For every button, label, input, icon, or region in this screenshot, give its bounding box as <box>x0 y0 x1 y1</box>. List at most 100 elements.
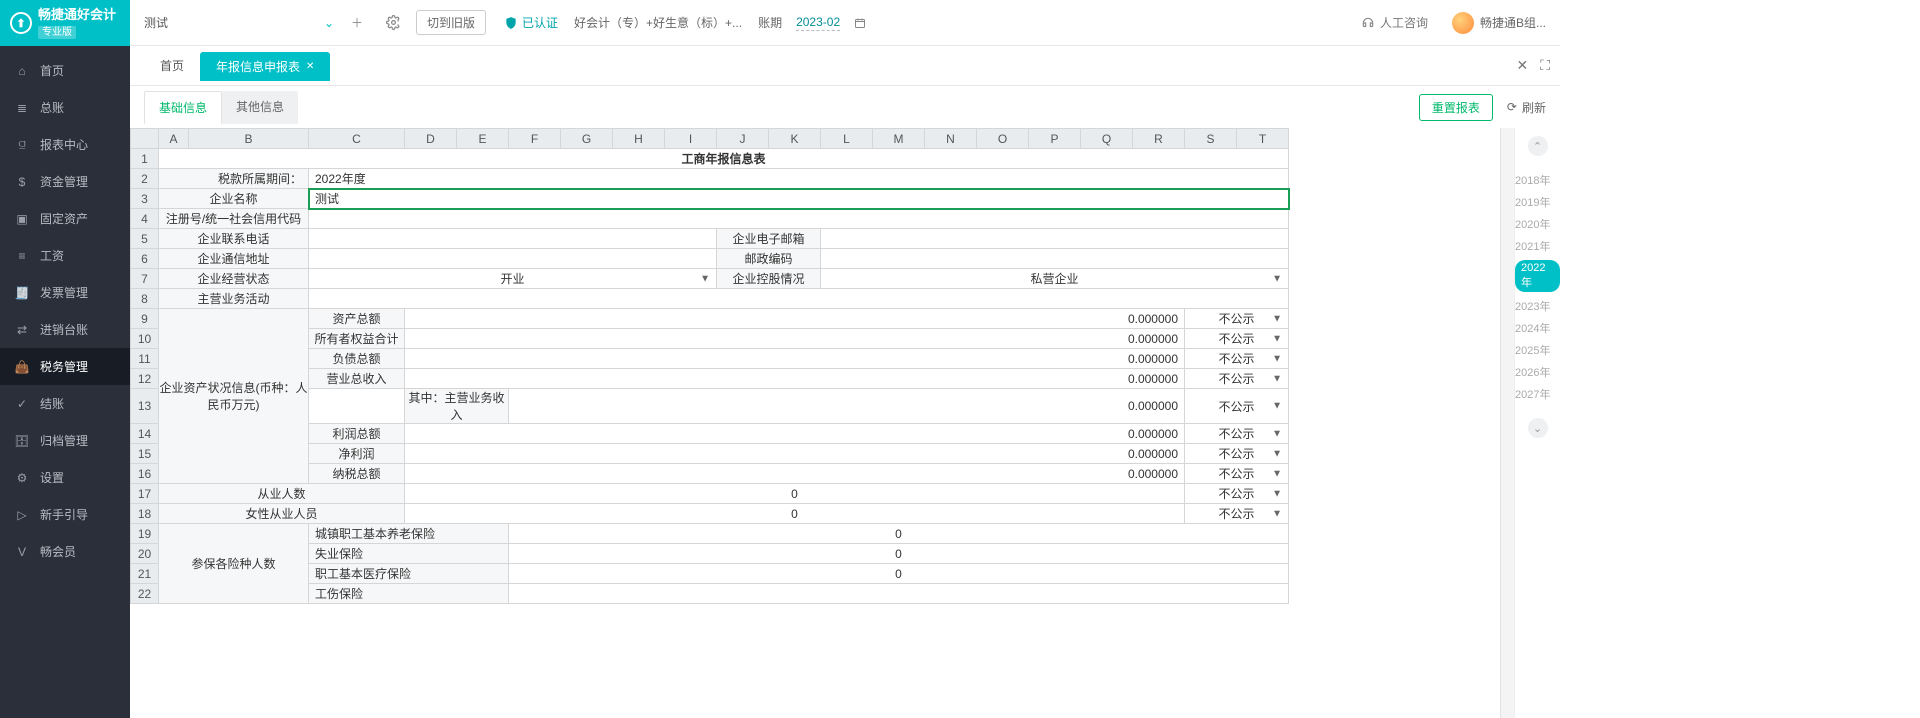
tax-disclosure[interactable]: 不公示▼ <box>1185 464 1289 484</box>
sidebar-item-0[interactable]: ⌂首页 <box>0 52 130 89</box>
sidebar-item-9[interactable]: ✓结账 <box>0 385 130 422</box>
year-scroll-down[interactable]: ⌄ <box>1528 418 1548 438</box>
sidebar-item-5[interactable]: ≡工资 <box>0 237 130 274</box>
main-biz-input[interactable] <box>309 289 1289 309</box>
column-header[interactable]: A <box>159 129 189 149</box>
employees-disclosure[interactable]: 不公示▼ <box>1185 484 1289 504</box>
year-2023年[interactable]: 2023年 <box>1515 298 1560 314</box>
employees-value[interactable]: 0 <box>405 484 1185 504</box>
subtab-0[interactable]: 基础信息 <box>144 91 222 124</box>
column-header[interactable]: F <box>509 129 561 149</box>
year-2021年[interactable]: 2021年 <box>1515 238 1560 254</box>
sidebar-item-13[interactable]: V畅会员 <box>0 533 130 570</box>
column-header[interactable]: S <box>1185 129 1237 149</box>
column-header[interactable]: L <box>821 129 873 149</box>
equity-disclosure[interactable]: 不公示▼ <box>1185 329 1289 349</box>
female-emp-value[interactable]: 0 <box>405 504 1185 524</box>
reset-report-button[interactable]: 重置报表 <box>1419 94 1493 121</box>
liability-disclosure[interactable]: 不公示▼ <box>1185 349 1289 369</box>
add-account-button[interactable]: ＋ <box>344 10 370 36</box>
main-revenue-value[interactable]: 0.000000 <box>509 389 1185 424</box>
year-2027年[interactable]: 2027年 <box>1515 386 1560 402</box>
sidebar-item-8[interactable]: 👜税务管理 <box>0 348 130 385</box>
account-selector[interactable]: 测试 ⌄ <box>144 14 334 31</box>
revenue-value[interactable]: 0.000000 <box>405 369 1185 389</box>
close-all-tabs-button[interactable]: ✕ <box>1516 57 1528 74</box>
liability-value[interactable]: 0.000000 <box>405 349 1185 369</box>
column-header[interactable]: C <box>309 129 405 149</box>
sidebar-item-3[interactable]: $资金管理 <box>0 163 130 200</box>
column-header[interactable]: E <box>457 129 509 149</box>
year-2020年[interactable]: 2020年 <box>1515 216 1560 232</box>
corner-cell[interactable] <box>131 129 159 149</box>
spreadsheet-scroll[interactable]: ABCDEFGHIJKLMNOPQRST 1 工商年报信息表 2 税款所属期间：… <box>130 128 1500 718</box>
year-2024年[interactable]: 2024年 <box>1515 320 1560 336</box>
settings-icon-button[interactable] <box>380 10 406 36</box>
unemployment-value[interactable]: 0 <box>509 544 1289 564</box>
pension-value[interactable]: 0 <box>509 524 1289 544</box>
company-name-input[interactable]: 测试 <box>309 189 1289 209</box>
column-header[interactable]: M <box>873 129 925 149</box>
column-header[interactable]: B <box>189 129 309 149</box>
user-menu[interactable]: 畅捷通B组... <box>1452 12 1546 34</box>
column-header[interactable]: Q <box>1081 129 1133 149</box>
year-scroll-up[interactable]: ⌃ <box>1528 136 1548 156</box>
sidebar-item-6[interactable]: 🧾发票管理 <box>0 274 130 311</box>
address-input[interactable] <box>309 249 717 269</box>
sidebar-item-2[interactable]: ⫑报表中心 <box>0 126 130 163</box>
subtab-1[interactable]: 其他信息 <box>222 91 298 124</box>
close-icon[interactable]: ✕ <box>306 61 314 72</box>
column-header[interactable]: G <box>561 129 613 149</box>
revenue-disclosure[interactable]: 不公示▼ <box>1185 369 1289 389</box>
holding-select[interactable]: 私营企业▼ <box>821 269 1289 289</box>
sidebar-item-4[interactable]: ▣固定资产 <box>0 200 130 237</box>
column-header[interactable]: N <box>925 129 977 149</box>
page-tab-0[interactable]: 首页 <box>144 46 200 85</box>
plan-text: 好会计（专）+好生意（标）+... <box>574 14 742 31</box>
page-tab-1[interactable]: 年报信息申报表✕ <box>200 52 330 81</box>
injury-value[interactable] <box>509 584 1289 604</box>
netprofit-disclosure[interactable]: 不公示▼ <box>1185 444 1289 464</box>
sidebar-item-7[interactable]: ⇄进销台账 <box>0 311 130 348</box>
email-input[interactable] <box>821 229 1289 249</box>
asset-total-value[interactable]: 0.000000 <box>405 309 1185 329</box>
column-header[interactable]: H <box>613 129 665 149</box>
phone-input[interactable] <box>309 229 717 249</box>
column-header[interactable]: I <box>665 129 717 149</box>
switch-old-version-button[interactable]: 切到旧版 <box>416 10 486 35</box>
equity-value[interactable]: 0.000000 <box>405 329 1185 349</box>
row-number: 11 <box>131 349 159 369</box>
year-2022年[interactable]: 2022年 <box>1515 260 1560 292</box>
sidebar-item-10[interactable]: 🗄归档管理 <box>0 422 130 459</box>
biz-status-select[interactable]: 开业▼ <box>309 269 717 289</box>
profit-value[interactable]: 0.000000 <box>405 424 1185 444</box>
column-header[interactable]: K <box>769 129 821 149</box>
female-emp-disclosure[interactable]: 不公示▼ <box>1185 504 1289 524</box>
netprofit-value[interactable]: 0.000000 <box>405 444 1185 464</box>
year-2025年[interactable]: 2025年 <box>1515 342 1560 358</box>
refresh-button[interactable]: ⟳ 刷新 <box>1507 99 1546 116</box>
asset-total-disclosure[interactable]: 不公示▼ <box>1185 309 1289 329</box>
profit-disclosure[interactable]: 不公示▼ <box>1185 424 1289 444</box>
tax-value[interactable]: 0.000000 <box>405 464 1185 484</box>
column-header[interactable]: D <box>405 129 457 149</box>
column-header[interactable]: P <box>1029 129 1081 149</box>
year-2019年[interactable]: 2019年 <box>1515 194 1560 210</box>
column-header[interactable]: R <box>1133 129 1185 149</box>
year-2018年[interactable]: 2018年 <box>1515 172 1560 188</box>
vertical-scrollbar[interactable] <box>1500 128 1514 718</box>
sidebar-item-11[interactable]: ⚙设置 <box>0 459 130 496</box>
fullscreen-button[interactable]: ⛶ <box>1540 57 1550 74</box>
sidebar-item-12[interactable]: ▷新手引导 <box>0 496 130 533</box>
reg-code-input[interactable] <box>309 209 1289 229</box>
main-revenue-disclosure[interactable]: 不公示▼ <box>1185 389 1289 424</box>
medical-value[interactable]: 0 <box>509 564 1289 584</box>
period-value[interactable]: 2023-02 <box>796 15 840 31</box>
postcode-input[interactable] <box>821 249 1289 269</box>
year-2026年[interactable]: 2026年 <box>1515 364 1560 380</box>
column-header[interactable]: T <box>1237 129 1289 149</box>
sidebar-item-1[interactable]: ≣总账 <box>0 89 130 126</box>
column-header[interactable]: O <box>977 129 1029 149</box>
column-header[interactable]: J <box>717 129 769 149</box>
customer-service-link[interactable]: 人工咨询 <box>1361 14 1428 31</box>
